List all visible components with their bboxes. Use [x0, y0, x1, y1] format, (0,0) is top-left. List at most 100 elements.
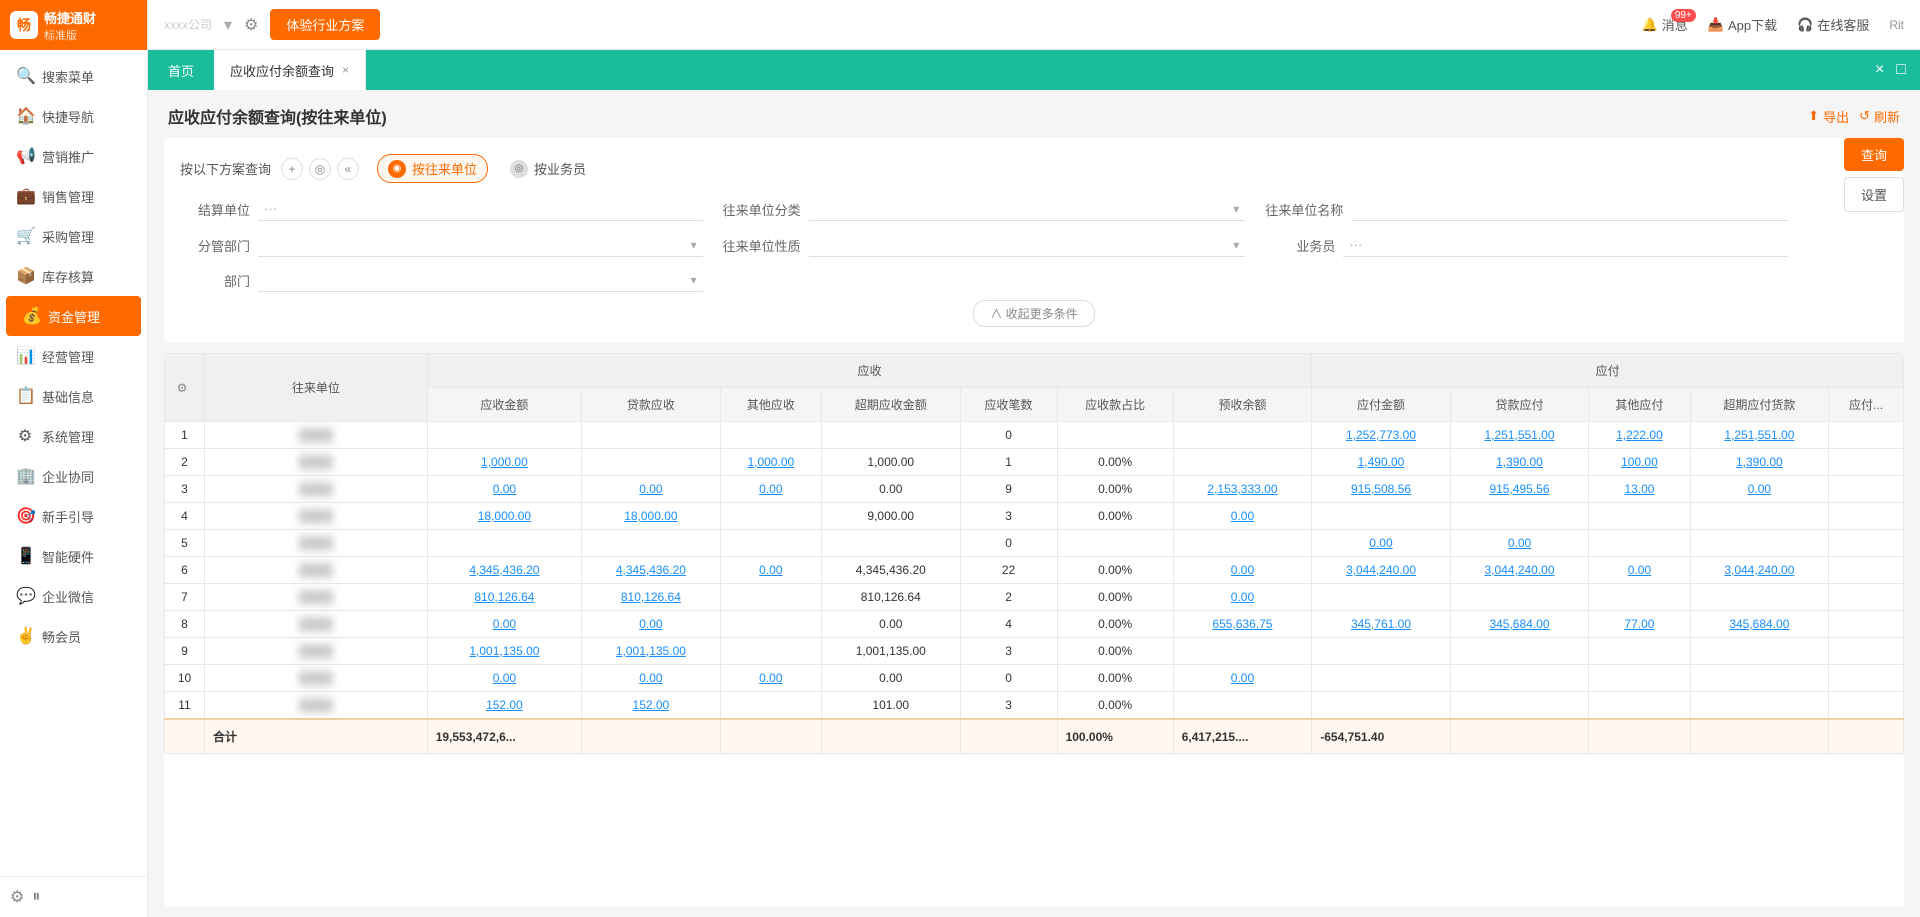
unit-category-select[interactable]: ▾ [809, 198, 1246, 221]
topbar-user[interactable]: Rit [1889, 18, 1904, 32]
loan-rec-3[interactable]: 18,000.00 [582, 503, 721, 530]
footer-rec-amount[interactable]: 19,553,472,6... [427, 719, 581, 754]
pay-amount-4[interactable]: 0.00 [1312, 530, 1451, 557]
overdue-pay-1[interactable]: 1,390.00 [1690, 449, 1829, 476]
sidebar-item-smart-hw[interactable]: 📱 智能硬件 [0, 536, 147, 576]
topbar-notice[interactable]: 🔔 消息 99+ [1642, 15, 1688, 34]
tab-close-button[interactable]: × [1871, 57, 1888, 83]
sidebar-item-member[interactable]: ✌ 畅会员 [0, 616, 147, 656]
edit-scheme-button[interactable]: ◎ [309, 158, 331, 180]
other-rec-2[interactable]: 0.00 [720, 476, 821, 503]
topbar-app-download[interactable]: 📥 App下载 [1708, 15, 1777, 34]
sidebar-item-marketing[interactable]: 📢 营销推广 [0, 136, 147, 176]
refresh-button[interactable]: ↺ 刷新 [1859, 107, 1900, 126]
overdue-pay-5[interactable]: 3,044,240.00 [1690, 557, 1829, 584]
tab-home[interactable]: 首页 [148, 50, 214, 90]
loan-pay-2[interactable]: 915,495.56 [1450, 476, 1589, 503]
sidebar-item-purchase[interactable]: 🛒 采购管理 [0, 216, 147, 256]
partner-3: ████ [205, 503, 428, 530]
rec-amount-10[interactable]: 152.00 [427, 692, 581, 720]
pay-amount-1[interactable]: 1,490.00 [1312, 449, 1451, 476]
rec-amount-8[interactable]: 1,001,135.00 [427, 638, 581, 665]
overdue-pay-0[interactable]: 1,251,551.00 [1690, 422, 1829, 449]
search-mode-by-unit[interactable]: ◉ 按往来单位 [377, 154, 488, 183]
table-settings-icon[interactable]: ⚙ [171, 377, 193, 399]
prepaid-5[interactable]: 0.00 [1173, 557, 1312, 584]
topbar-gear-icon[interactable]: ⚙ [244, 15, 258, 35]
sidebar-item-newbie[interactable]: 🎯 新手引导 [0, 496, 147, 536]
other-rec-1[interactable]: 1,000.00 [720, 449, 821, 476]
rec-amount-5[interactable]: 4,345,436.20 [427, 557, 581, 584]
collapse-button[interactable]: ∧ 收起更多条件 [973, 300, 1094, 327]
loan-rec-6[interactable]: 810,126.64 [582, 584, 721, 611]
loan-pay-4[interactable]: 0.00 [1450, 530, 1589, 557]
sidebar-item-base-info[interactable]: 📋 基础信息 [0, 376, 147, 416]
other-pay-0[interactable]: 1,222.00 [1589, 422, 1690, 449]
rec-amount-7[interactable]: 0.00 [427, 611, 581, 638]
tabbar-actions: × □ [1861, 50, 1920, 90]
prepaid-9[interactable]: 0.00 [1173, 665, 1312, 692]
tab-active[interactable]: 应收应付余额查询 × [214, 50, 366, 90]
other-pay-7[interactable]: 77.00 [1589, 611, 1690, 638]
sidebar-item-inventory[interactable]: 📦 库存核算 [0, 256, 147, 296]
pay-amount-0[interactable]: 1,252,773.00 [1312, 422, 1451, 449]
search-mode-by-staff[interactable]: ◎ 按业务员 [500, 154, 596, 183]
settlement-unit-input[interactable]: ··· [258, 197, 703, 221]
tab-fullscreen-button[interactable]: □ [1892, 57, 1910, 83]
loan-rec-2[interactable]: 0.00 [582, 476, 721, 503]
collapse-footer-icon[interactable]: ⏸ [32, 888, 40, 906]
other-pay-1[interactable]: 100.00 [1589, 449, 1690, 476]
dept-manager-select[interactable]: ▾ [258, 234, 703, 257]
prepaid-3[interactable]: 0.00 [1173, 503, 1312, 530]
other-pay-2[interactable]: 13.00 [1589, 476, 1690, 503]
loan-rec-8[interactable]: 1,001,135.00 [582, 638, 721, 665]
tab-close-icon[interactable]: × [342, 63, 349, 77]
settings-footer-icon[interactable]: ⚙ [10, 887, 24, 907]
department-select[interactable]: ▾ [258, 269, 703, 292]
rec-amount-2[interactable]: 0.00 [427, 476, 581, 503]
loan-rec-10[interactable]: 152.00 [582, 692, 721, 720]
other-rec-9[interactable]: 0.00 [720, 665, 821, 692]
other-pay-5[interactable]: 0.00 [1589, 557, 1690, 584]
loan-rec-7[interactable]: 0.00 [582, 611, 721, 638]
pay-amount-7[interactable]: 345,761.00 [1312, 611, 1451, 638]
pay-amount-5[interactable]: 3,044,240.00 [1312, 557, 1451, 584]
rec-amount-1[interactable]: 1,000.00 [427, 449, 581, 476]
sidebar-item-search-menu[interactable]: 🔍 搜索菜单 [0, 56, 147, 96]
sidebar-item-enterprise[interactable]: 🏢 企业协同 [0, 456, 147, 496]
query-button[interactable]: 查询 [1844, 138, 1904, 171]
rec-amount-6[interactable]: 810,126.64 [427, 584, 581, 611]
sidebar-item-enterprise-wechat[interactable]: 💬 企业微信 [0, 576, 147, 616]
unit-name-input[interactable] [1351, 197, 1788, 221]
loan-pay-5[interactable]: 3,044,240.00 [1450, 557, 1589, 584]
other-rec-5[interactable]: 0.00 [720, 557, 821, 584]
overdue-pay-7[interactable]: 345,684.00 [1690, 611, 1829, 638]
loan-pay-1[interactable]: 1,390.00 [1450, 449, 1589, 476]
overdue-pay-2[interactable]: 0.00 [1690, 476, 1829, 503]
prepaid-6[interactable]: 0.00 [1173, 584, 1312, 611]
rec-amount-9[interactable]: 0.00 [427, 665, 581, 692]
topbar-online-service[interactable]: 🎧 在线客服 [1797, 15, 1869, 34]
loan-pay-0[interactable]: 1,251,551.00 [1450, 422, 1589, 449]
loan-rec-9[interactable]: 0.00 [582, 665, 721, 692]
add-scheme-button[interactable]: + [281, 158, 303, 180]
prepaid-7[interactable]: 655,636.75 [1173, 611, 1312, 638]
table-wrapper[interactable]: ⚙ 往来单位 应收 应付 应收金额 贷款应收 其他应收 超期应收金额 [164, 353, 1904, 907]
settings-button[interactable]: 设置 [1844, 177, 1904, 212]
scheme-arrow-button[interactable]: « [337, 158, 359, 180]
salesperson-input[interactable]: ··· [1343, 233, 1788, 257]
topbar-dropdown-icon[interactable]: ▾ [224, 15, 232, 35]
pay-amount-2[interactable]: 915,508.56 [1312, 476, 1451, 503]
rec-amount-3[interactable]: 18,000.00 [427, 503, 581, 530]
sidebar-item-finance[interactable]: 💰 资金管理 [6, 296, 141, 336]
sidebar-item-business[interactable]: 📊 经营管理 [0, 336, 147, 376]
prepaid-2[interactable]: 2,153,333.00 [1173, 476, 1312, 503]
sidebar-item-system[interactable]: ⚙ 系统管理 [0, 416, 147, 456]
sidebar-item-sales[interactable]: 💼 销售管理 [0, 176, 147, 216]
sidebar-item-quick-nav[interactable]: 🏠 快捷导航 [0, 96, 147, 136]
topbar-cta-button[interactable]: 体验行业方案 [270, 9, 380, 40]
loan-pay-7[interactable]: 345,684.00 [1450, 611, 1589, 638]
export-button[interactable]: ⬆ 导出 [1808, 107, 1849, 126]
unit-nature-select[interactable]: ▾ [809, 234, 1246, 257]
loan-rec-5[interactable]: 4,345,436.20 [582, 557, 721, 584]
